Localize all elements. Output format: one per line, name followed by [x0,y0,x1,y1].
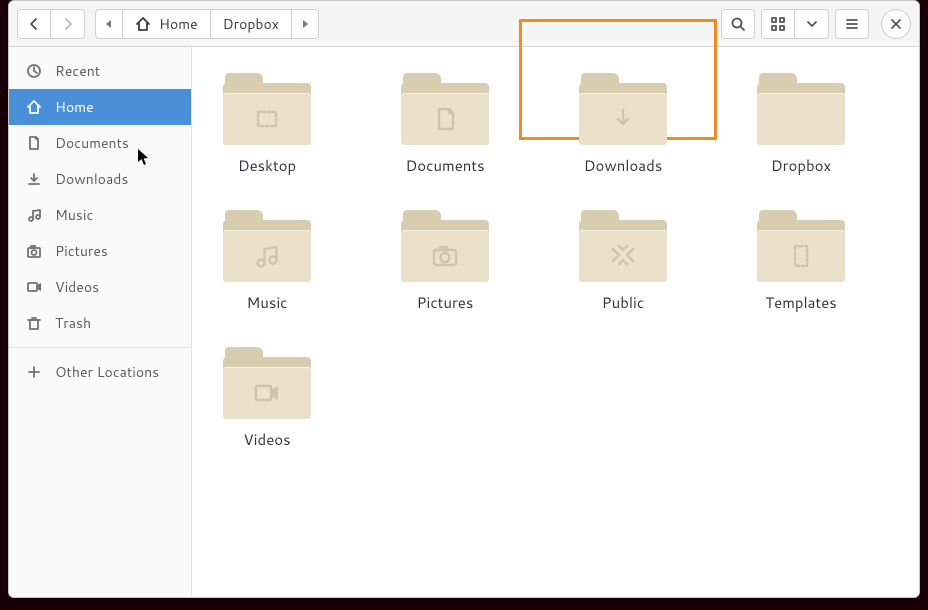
folder-label: Music [246,292,287,313]
folder-label: Pictures [417,292,474,313]
headerbar: Home Dropbox [9,1,919,47]
hamburger-menu-button[interactable] [835,9,869,39]
forward-button[interactable] [51,9,85,39]
sidebar-item-label: Trash [55,313,91,333]
path-overflow-left-button[interactable] [95,9,123,39]
path-segment-dropbox[interactable]: Dropbox [211,9,292,39]
folder-music[interactable]: Music [202,206,332,313]
nav-group [17,9,85,39]
sidebar-item-other-locations[interactable]: Other Locations [9,354,191,390]
search-icon [730,16,746,32]
folder-documents[interactable]: Documents [380,69,510,176]
folder-icon [401,73,489,145]
folder-icon [757,73,845,145]
grid-icon [770,16,786,32]
sidebar-item-recent[interactable]: Recent [9,53,191,89]
chevron-right-icon [60,16,76,32]
sidebar-item-downloads[interactable]: Downloads [9,161,191,197]
folder-dropbox[interactable]: Dropbox [736,69,866,176]
view-options-button[interactable] [795,9,829,39]
folder-public[interactable]: Public [558,206,688,313]
content-area: Recent Home Documents Downloads Music Picture… [9,47,919,597]
trash-icon [26,315,42,331]
home-icon [135,16,151,32]
path-segment-home[interactable]: Home [123,9,211,39]
sidebar-item-documents[interactable]: Documents [9,125,191,161]
path-segment-label: Home [159,14,198,34]
sidebar-item-label: Music [55,205,93,225]
folder-label: Downloads [584,155,663,176]
folder-icon [579,210,667,282]
clock-icon [26,63,42,79]
sidebar-item-label: Other Locations [55,362,159,382]
back-button[interactable] [17,9,51,39]
sidebar-item-label: Home [55,97,94,117]
folder-icon [223,347,311,419]
sidebar-item-label: Pictures [55,241,108,261]
folder-downloads[interactable]: Downloads [558,69,688,176]
plus-icon [26,364,42,380]
folder-videos[interactable]: Videos [202,343,332,450]
sidebar-item-music[interactable]: Music [9,197,191,233]
chevron-down-icon [804,16,820,32]
folder-label: Templates [765,292,836,313]
hamburger-icon [844,16,860,32]
sidebar-item-trash[interactable]: Trash [9,305,191,341]
folder-icon [757,210,845,282]
home-icon [26,99,42,115]
sidebar-item-home[interactable]: Home [9,89,191,125]
path-segment-label: Dropbox [223,14,279,34]
view-group [761,9,829,39]
download-icon [26,171,42,187]
folder-desktop[interactable]: Desktop [202,69,332,176]
close-window-button[interactable] [881,9,911,39]
folder-label: Desktop [238,155,296,176]
folder-label: Videos [243,429,290,450]
document-icon [26,135,42,151]
folder-label: Dropbox [771,155,831,176]
sidebar-item-pictures[interactable]: Pictures [9,233,191,269]
folder-icon [223,210,311,282]
sidebar-item-videos[interactable]: Videos [9,269,191,305]
icon-view[interactable]: Desktop Documents Downloads Dropbox Musi… [192,47,919,597]
path-bar: Home Dropbox [95,9,319,39]
video-icon [26,279,42,295]
folder-icon [223,73,311,145]
sidebar-item-label: Documents [55,133,129,153]
search-button[interactable] [721,9,755,39]
folder-icon [579,73,667,145]
path-overflow-right-button[interactable] [292,9,319,39]
chevron-left-icon [26,16,42,32]
sidebar-separator [9,347,191,348]
folder-label: Public [602,292,644,313]
sidebar-item-label: Downloads [55,169,128,189]
music-icon [26,207,42,223]
triangle-left-icon [104,19,114,29]
sidebar-item-label: Recent [55,61,100,81]
folder-label: Documents [405,155,484,176]
sidebar-item-label: Videos [55,277,99,297]
icon-view-button[interactable] [761,9,795,39]
folder-pictures[interactable]: Pictures [380,206,510,313]
triangle-right-icon [300,19,310,29]
file-manager-window: Home Dropbox [8,0,920,598]
camera-icon [26,243,42,259]
close-icon [888,16,904,32]
folder-templates[interactable]: Templates [736,206,866,313]
sidebar: Recent Home Documents Downloads Music Picture… [9,47,192,597]
folder-icon [401,210,489,282]
